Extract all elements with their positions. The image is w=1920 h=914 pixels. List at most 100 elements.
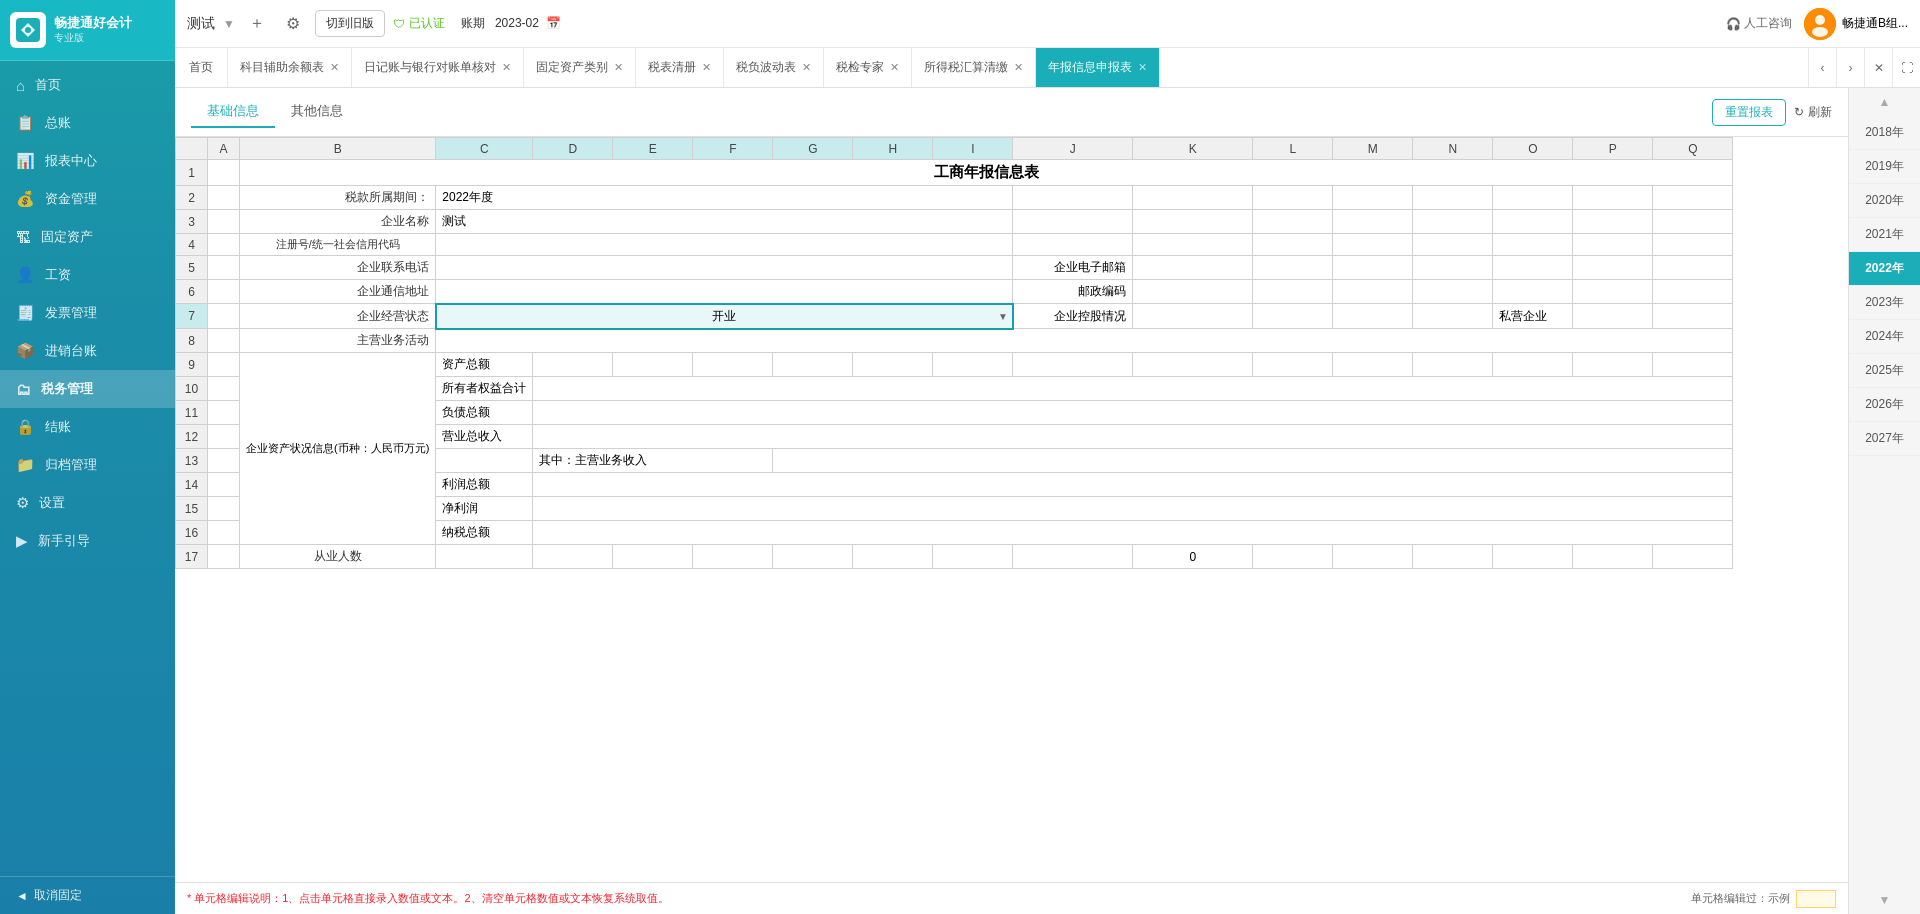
cell-q5[interactable] — [1653, 256, 1733, 280]
tab-close-all-button[interactable]: ✕ — [1864, 48, 1892, 87]
col-header-e[interactable]: E — [613, 138, 693, 160]
cell-d9[interactable] — [533, 353, 613, 377]
year-item-2020[interactable]: 2020年 — [1849, 184, 1920, 218]
cell-a17[interactable] — [208, 545, 240, 569]
sidebar-item-home[interactable]: ⌂ 首页 — [0, 66, 175, 104]
col-header-j[interactable]: J — [1013, 138, 1133, 160]
cell-n17[interactable] — [1413, 545, 1493, 569]
sheet-tab-basic[interactable]: 基础信息 — [191, 96, 275, 128]
cell-a13[interactable] — [208, 449, 240, 473]
col-header-c[interactable]: C — [436, 138, 533, 160]
cell-b9-merged[interactable]: 企业资产状况信息(币种：人民币万元) — [240, 353, 436, 545]
cell-d12[interactable] — [533, 425, 1733, 449]
cell-c7-dropdown[interactable]: 开业 ▼ — [436, 304, 1013, 329]
tab-prev-button[interactable]: ‹ — [1808, 48, 1836, 87]
tab-close-tax-schedule[interactable]: ✕ — [702, 61, 711, 74]
cell-c2[interactable]: 2022年度 — [436, 186, 1013, 210]
tab-close-ledger[interactable]: ✕ — [330, 61, 339, 74]
cell-k2[interactable] — [1133, 186, 1253, 210]
cell-n5[interactable] — [1413, 256, 1493, 280]
cell-p9[interactable] — [1573, 353, 1653, 377]
cell-n6[interactable] — [1413, 280, 1493, 304]
cell-q4[interactable] — [1653, 234, 1733, 256]
sidebar-item-invoice[interactable]: 🧾 发票管理 — [0, 294, 175, 332]
cell-j9[interactable] — [1013, 353, 1133, 377]
col-header-b[interactable]: B — [240, 138, 436, 160]
cell-c9[interactable]: 资产总额 — [436, 353, 533, 377]
cell-o4[interactable] — [1493, 234, 1573, 256]
cell-i9[interactable] — [933, 353, 1013, 377]
col-header-h[interactable]: H — [853, 138, 933, 160]
cell-d14[interactable] — [533, 473, 1733, 497]
service-button[interactable]: 🎧 人工咨询 — [1726, 15, 1792, 32]
cell-n9[interactable] — [1413, 353, 1493, 377]
cell-b7[interactable]: 企业经营状态 — [240, 304, 436, 329]
tab-close-journal[interactable]: ✕ — [502, 61, 511, 74]
cell-a8[interactable] — [208, 329, 240, 353]
cell-o5[interactable] — [1493, 256, 1573, 280]
cell-l2[interactable] — [1253, 186, 1333, 210]
cell-m6[interactable] — [1333, 280, 1413, 304]
year-scroll-up-button[interactable]: ▲ — [1849, 88, 1920, 116]
cell-a11[interactable] — [208, 401, 240, 425]
cell-a16[interactable] — [208, 521, 240, 545]
cell-b8[interactable]: 主营业务活动 — [240, 329, 436, 353]
cell-m9[interactable] — [1333, 353, 1413, 377]
cell-k3[interactable] — [1133, 210, 1253, 234]
cell-title[interactable]: 工商年报信息表 — [240, 160, 1733, 186]
sidebar-item-closing[interactable]: 🔒 结账 — [0, 408, 175, 446]
cell-j5[interactable]: 企业电子邮箱 — [1013, 256, 1133, 280]
year-item-2018[interactable]: 2018年 — [1849, 116, 1920, 150]
cell-i17[interactable] — [933, 545, 1013, 569]
cell-m2[interactable] — [1333, 186, 1413, 210]
cell-a14[interactable] — [208, 473, 240, 497]
tab-close-fixed[interactable]: ✕ — [614, 61, 623, 74]
cell-a2[interactable] — [208, 186, 240, 210]
cell-k5[interactable] — [1133, 256, 1253, 280]
year-scroll-down-button[interactable]: ▼ — [1849, 886, 1920, 914]
tab-journal-bank[interactable]: 日记账与银行对账单核对 ✕ — [352, 48, 524, 87]
cell-c14[interactable]: 利润总额 — [436, 473, 533, 497]
col-header-m[interactable]: M — [1333, 138, 1413, 160]
cell-o17[interactable] — [1493, 545, 1573, 569]
cell-j17[interactable] — [1013, 545, 1133, 569]
cell-d15[interactable] — [533, 497, 1733, 521]
cell-c3[interactable]: 测试 — [436, 210, 1013, 234]
cell-e9[interactable] — [613, 353, 693, 377]
cell-n3[interactable] — [1413, 210, 1493, 234]
tab-fixed-assets-type[interactable]: 固定资产类别 ✕ — [524, 48, 636, 87]
cell-a4[interactable] — [208, 234, 240, 256]
project-dropdown-icon[interactable]: ▼ — [223, 17, 235, 31]
cell-a1[interactable] — [208, 160, 240, 186]
cell-a3[interactable] — [208, 210, 240, 234]
cell-q2[interactable] — [1653, 186, 1733, 210]
year-item-2023[interactable]: 2023年 — [1849, 286, 1920, 320]
cell-c15[interactable]: 净利润 — [436, 497, 533, 521]
cell-m5[interactable] — [1333, 256, 1413, 280]
tab-expand-button[interactable]: ⛶ — [1892, 48, 1920, 87]
cell-a9[interactable] — [208, 353, 240, 377]
cell-b17[interactable]: 从业人数 — [240, 545, 436, 569]
col-header-k[interactable]: K — [1133, 138, 1253, 160]
col-header-a[interactable]: A — [208, 138, 240, 160]
cell-o9[interactable] — [1493, 353, 1573, 377]
cell-h17[interactable] — [853, 545, 933, 569]
cell-n2[interactable] — [1413, 186, 1493, 210]
cell-m4[interactable] — [1333, 234, 1413, 256]
cell-l6[interactable] — [1253, 280, 1333, 304]
cell-p3[interactable] — [1573, 210, 1653, 234]
year-item-2021[interactable]: 2021年 — [1849, 218, 1920, 252]
sidebar-item-payroll[interactable]: 👤 工资 — [0, 256, 175, 294]
cell-a5[interactable] — [208, 256, 240, 280]
cell-b3[interactable]: 企业名称 — [240, 210, 436, 234]
col-header-n[interactable]: N — [1413, 138, 1493, 160]
sidebar-item-archive[interactable]: 📁 归档管理 — [0, 446, 175, 484]
unpin-button[interactable]: ◄ 取消固定 — [0, 876, 175, 914]
cell-j4[interactable] — [1013, 234, 1133, 256]
cell-j3[interactable] — [1013, 210, 1133, 234]
year-item-2027[interactable]: 2027年 — [1849, 422, 1920, 456]
sidebar-item-fixed-assets[interactable]: 🏗 固定资产 — [0, 218, 175, 256]
sidebar-item-funds[interactable]: 💰 资金管理 — [0, 180, 175, 218]
year-item-2022[interactable]: 2022年 — [1849, 252, 1920, 286]
col-header-f[interactable]: F — [693, 138, 773, 160]
